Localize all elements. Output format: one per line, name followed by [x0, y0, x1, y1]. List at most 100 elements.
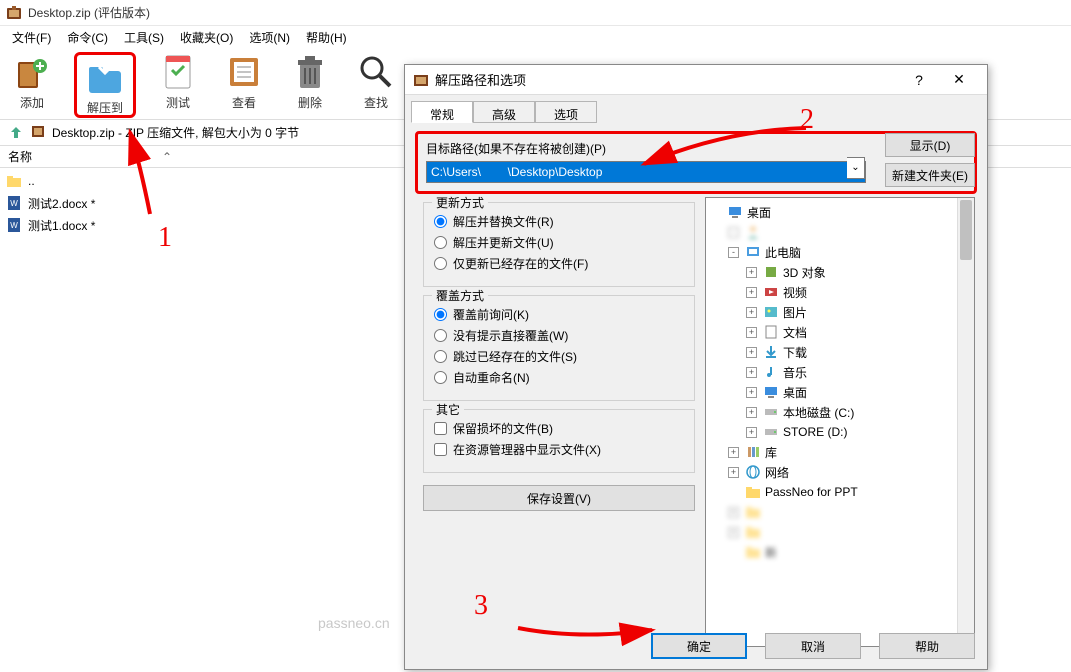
test-icon: [158, 52, 198, 92]
expand-icon[interactable]: +: [746, 327, 757, 338]
folder-icon: [745, 544, 761, 560]
expand-icon[interactable]: +: [746, 347, 757, 358]
dialog-footer: 确定 取消 帮助: [651, 633, 975, 659]
target-path-input[interactable]: [426, 161, 866, 183]
tree-item[interactable]: -此电脑: [710, 242, 970, 262]
overwrite-opt-ask[interactable]: 覆盖前询问(K): [434, 306, 684, 323]
tree-item[interactable]: +视频: [710, 282, 970, 302]
toolbar-find[interactable]: 查找: [352, 52, 400, 111]
title-bar: Desktop.zip (评估版本): [0, 0, 1071, 26]
misc-show-explorer[interactable]: 在资源管理器中显示文件(X): [434, 441, 684, 458]
toolbar-view[interactable]: 查看: [220, 52, 268, 111]
folder-tree[interactable]: 桌面--此电脑+3D 对象+视频+图片+文档+下载+音乐+桌面+本地磁盘 (C:…: [705, 197, 975, 647]
toolbar-test[interactable]: 测试: [154, 52, 202, 111]
menu-bar: 文件(F) 命令(C) 工具(S) 收藏夹(O) 选项(N) 帮助(H): [0, 26, 1071, 48]
scrollbar[interactable]: [957, 198, 974, 646]
folder-icon: [745, 524, 761, 540]
expand-icon[interactable]: +: [746, 427, 757, 438]
dialog-tabs: 常规 高级 选项: [405, 95, 987, 123]
up-icon[interactable]: [8, 125, 24, 141]
tree-item[interactable]: +: [710, 522, 970, 542]
svg-text:W: W: [10, 199, 18, 208]
tree-item[interactable]: 桌面: [710, 202, 970, 222]
tree-item[interactable]: 新: [710, 542, 970, 562]
window-title: Desktop.zip (评估版本): [28, 4, 150, 21]
3d-icon: [763, 264, 779, 280]
tree-item[interactable]: + 下载: [710, 342, 970, 362]
misc-keep-broken[interactable]: 保留损坏的文件(B): [434, 420, 684, 437]
expand-icon[interactable]: +: [746, 387, 757, 398]
expand-icon[interactable]: -: [728, 247, 739, 258]
toolbar-delete-label: 删除: [298, 94, 322, 111]
expand-icon[interactable]: +: [728, 527, 739, 538]
menu-command[interactable]: 命令(C): [59, 27, 116, 48]
net-icon: [745, 464, 761, 480]
extract-dialog: 解压路径和选项 ? ✕ 常规 高级 选项 显示(D) 新建文件夹(E) 目标路径…: [404, 64, 988, 670]
update-opt-update[interactable]: 解压并更新文件(U): [434, 234, 684, 251]
tab-options[interactable]: 选项: [535, 101, 597, 123]
update-opt-existing[interactable]: 仅更新已经存在的文件(F): [434, 255, 684, 272]
help-button[interactable]: 帮助: [879, 633, 975, 659]
tree-label: 本地磁盘 (C:): [783, 404, 854, 421]
toolbar-add[interactable]: 添加: [8, 52, 56, 111]
menu-options[interactable]: 选项(N): [241, 27, 298, 48]
tree-label: 桌面: [783, 384, 807, 401]
tree-item[interactable]: +库: [710, 442, 970, 462]
tree-label: 3D 对象: [783, 264, 826, 281]
help-icon[interactable]: ?: [899, 66, 939, 94]
annotation-1: 1: [158, 222, 172, 254]
expand-icon[interactable]: +: [746, 407, 757, 418]
expand-icon[interactable]: +: [746, 287, 757, 298]
menu-favorites[interactable]: 收藏夹(O): [172, 27, 241, 48]
tree-item[interactable]: + 本地磁盘 (C:): [710, 402, 970, 422]
toolbar-delete[interactable]: 删除: [286, 52, 334, 111]
annotation-3: 3: [474, 590, 488, 622]
tree-label: 音乐: [783, 364, 807, 381]
target-path-dropdown-icon[interactable]: ⌄: [847, 157, 865, 179]
save-settings-button[interactable]: 保存设置(V): [423, 485, 695, 511]
tree-item[interactable]: + 音乐: [710, 362, 970, 382]
overwrite-opt-noask[interactable]: 没有提示直接覆盖(W): [434, 327, 684, 344]
tree-item[interactable]: +网络: [710, 462, 970, 482]
expand-icon[interactable]: +: [728, 467, 739, 478]
archive-icon: [30, 123, 46, 142]
column-name[interactable]: 名称: [8, 148, 132, 165]
new-folder-button[interactable]: 新建文件夹(E): [885, 163, 975, 187]
expand-icon[interactable]: +: [746, 367, 757, 378]
tree-item[interactable]: +3D 对象: [710, 262, 970, 282]
menu-help[interactable]: 帮助(H): [298, 27, 355, 48]
tree-item[interactable]: +文档: [710, 322, 970, 342]
toolbar-test-label: 测试: [166, 94, 190, 111]
folder-icon: [745, 484, 761, 500]
tree-item[interactable]: +: [710, 502, 970, 522]
winrar-icon: [413, 72, 429, 88]
menu-tools[interactable]: 工具(S): [116, 27, 172, 48]
expand-icon[interactable]: +: [728, 447, 739, 458]
tab-advanced[interactable]: 高级: [473, 101, 535, 123]
ok-button[interactable]: 确定: [651, 633, 747, 659]
cancel-button[interactable]: 取消: [765, 633, 861, 659]
close-icon[interactable]: ✕: [939, 66, 979, 94]
tree-item[interactable]: + 桌面: [710, 382, 970, 402]
tree-item[interactable]: -: [710, 222, 970, 242]
tree-item[interactable]: +STORE (D:): [710, 422, 970, 442]
expand-icon[interactable]: -: [728, 227, 739, 238]
toolbar-extract[interactable]: 解压到: [74, 52, 136, 118]
update-mode-title: 更新方式: [432, 194, 488, 211]
expand-icon[interactable]: +: [728, 507, 739, 518]
tree-item[interactable]: PassNeo for PPT: [710, 482, 970, 502]
menu-file[interactable]: 文件(F): [4, 27, 59, 48]
overwrite-opt-skip[interactable]: 跳过已经存在的文件(S): [434, 348, 684, 365]
toolbar-view-label: 查看: [232, 94, 256, 111]
pc-icon: [745, 244, 761, 260]
expand-icon[interactable]: +: [746, 267, 757, 278]
tree-label: 下载: [783, 344, 807, 361]
tree-label: 桌面: [747, 204, 771, 221]
user-icon: [745, 224, 761, 240]
tree-item[interactable]: +图片: [710, 302, 970, 322]
show-button[interactable]: 显示(D): [885, 133, 975, 157]
expand-icon[interactable]: +: [746, 307, 757, 318]
tab-general[interactable]: 常规: [411, 101, 473, 123]
update-opt-replace[interactable]: 解压并替换文件(R): [434, 213, 684, 230]
overwrite-opt-rename[interactable]: 自动重命名(N): [434, 369, 684, 386]
